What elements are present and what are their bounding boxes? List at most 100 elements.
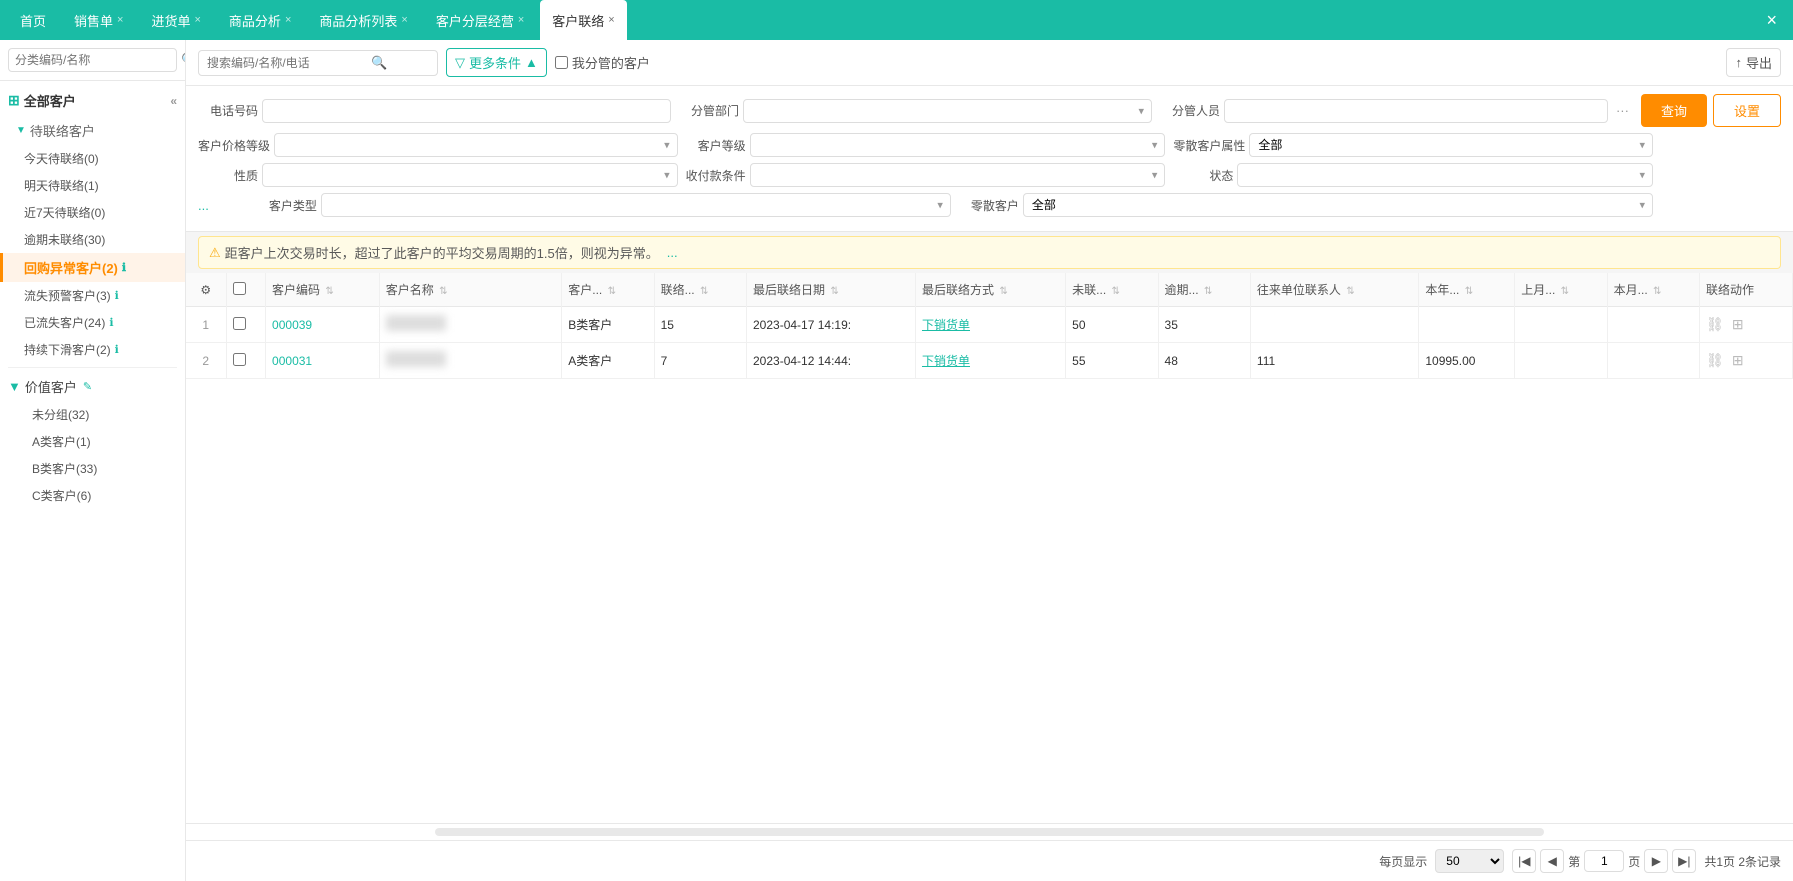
top-nav: 首页 销售单 × 进货单 × 商品分析 × 商品分析列表 × 客户分层经营 × … bbox=[0, 0, 1793, 40]
col-overdue[interactable]: 逾期... ⇅ bbox=[1158, 273, 1250, 307]
prev-page-btn[interactable]: ◀ bbox=[1540, 849, 1564, 873]
sidebar-item-overdue[interactable]: 逾期未联络(30) bbox=[0, 226, 185, 253]
more-dots-btn[interactable]: ... bbox=[198, 198, 209, 213]
first-page-btn[interactable]: |◀ bbox=[1512, 849, 1536, 873]
sidebar-item-7days[interactable]: 近7天待联络(0) bbox=[0, 199, 185, 226]
status-select[interactable] bbox=[1237, 163, 1653, 187]
sidebar-search-input[interactable] bbox=[8, 48, 177, 72]
nav-item-product-list[interactable]: 商品分析列表 × bbox=[307, 0, 419, 40]
close-product-analysis-icon[interactable]: × bbox=[285, 14, 291, 26]
nav-item-sales[interactable]: 销售单 × bbox=[62, 0, 135, 40]
col-last-date[interactable]: 最后联络日期 ⇅ bbox=[747, 273, 916, 307]
close-purchase-icon[interactable]: × bbox=[194, 14, 200, 26]
row-code[interactable]: 000031 bbox=[266, 343, 380, 379]
more-conditions-btn[interactable]: ▽ 更多条件 ▲ bbox=[446, 48, 547, 77]
filter-field-price-level: 客户价格等级 bbox=[198, 133, 678, 157]
nav-item-purchase[interactable]: 进货单 × bbox=[139, 0, 212, 40]
row-last-month bbox=[1515, 343, 1607, 379]
col-code[interactable]: 客户编码 ⇅ bbox=[266, 273, 380, 307]
sidebar-group-value[interactable]: ▼ 价值客户 ✎ bbox=[0, 372, 185, 401]
sidebar-item-repurchase-abnormal[interactable]: 回购异常客户(2) ℹ bbox=[0, 253, 185, 282]
customer-type-select[interactable] bbox=[321, 193, 951, 217]
col-this-month[interactable]: 本月... ⇅ bbox=[1607, 273, 1699, 307]
row-this-year: 10995.00 bbox=[1419, 343, 1515, 379]
tooltip-dots[interactable]: ... bbox=[667, 245, 678, 260]
settings-btn[interactable]: 设置 bbox=[1713, 94, 1781, 127]
retail-attr-select[interactable]: 全部 bbox=[1249, 133, 1653, 157]
next-page-btn[interactable]: ▶ bbox=[1644, 849, 1668, 873]
price-level-select[interactable] bbox=[274, 133, 678, 157]
close-customer-contact-icon[interactable]: × bbox=[608, 14, 614, 26]
row-action: ⛓ ⊞ bbox=[1700, 343, 1793, 379]
filter-field-phone: 电话号码 bbox=[198, 99, 671, 123]
row-code[interactable]: 000039 bbox=[266, 307, 380, 343]
close-sales-icon[interactable]: × bbox=[117, 14, 123, 26]
customer-level-select[interactable] bbox=[750, 133, 1166, 157]
sidebar-item-ungroup[interactable]: 未分组(32) bbox=[0, 401, 185, 428]
nav-item-product-analysis[interactable]: 商品分析 × bbox=[217, 0, 303, 40]
sidebar-item-tomorrow[interactable]: 明天待联络(1) bbox=[0, 172, 185, 199]
nav-item-home[interactable]: 首页 bbox=[8, 0, 58, 40]
per-page-select[interactable]: 50 20 100 bbox=[1435, 849, 1504, 873]
phone-input[interactable] bbox=[262, 99, 671, 123]
col-last-method[interactable]: 最后联络方式 ⇅ bbox=[915, 273, 1065, 307]
sidebar-item-loss-warning[interactable]: 流失预警客户(3) ℹ bbox=[0, 282, 185, 309]
select-all-checkbox[interactable] bbox=[233, 282, 246, 295]
row-last-method[interactable]: 下销货单 bbox=[915, 307, 1065, 343]
gender-select[interactable] bbox=[262, 163, 678, 187]
sidebar-item-today[interactable]: 今天待联络(0) bbox=[0, 145, 185, 172]
link-action-icon[interactable]: ⛓ bbox=[1706, 352, 1724, 369]
table-header-row: ⚙ 客户编码 ⇅ 客户名称 ⇅ 客户... ⇅ 联络... ⇅ 最后联络日期 ⇅… bbox=[186, 273, 1793, 307]
payment-select[interactable] bbox=[750, 163, 1166, 187]
filter-bar: 🔍 ▽ 更多条件 ▲ 我分管的客户 ↑ 导出 bbox=[186, 40, 1793, 86]
sidebar-group-pending[interactable]: ▼ 待联络客户 bbox=[0, 116, 185, 145]
sidebar-all-customers[interactable]: ⊞ 全部客户 « bbox=[0, 85, 185, 116]
last-page-btn[interactable]: ▶| bbox=[1672, 849, 1696, 873]
query-btn[interactable]: 查询 bbox=[1641, 94, 1707, 127]
close-customer-segment-icon[interactable]: × bbox=[518, 14, 524, 26]
row-last-method[interactable]: 下销货单 bbox=[915, 343, 1065, 379]
edit-icon[interactable]: ✎ bbox=[83, 380, 92, 393]
sidebar-item-declining[interactable]: 持续下滑客户(2) ℹ bbox=[0, 336, 185, 363]
col-uncontacted[interactable]: 未联... ⇅ bbox=[1066, 273, 1158, 307]
sidebar-item-a-class[interactable]: A类客户(1) bbox=[0, 428, 185, 455]
col-checkbox[interactable] bbox=[226, 273, 266, 307]
row-this-month bbox=[1607, 343, 1699, 379]
grid-action-icon[interactable]: ⊞ bbox=[1732, 316, 1744, 333]
link-action-icon[interactable]: ⛓ bbox=[1706, 316, 1724, 333]
my-customers-check[interactable] bbox=[555, 56, 568, 69]
nav-item-customer-segment[interactable]: 客户分层经营 × bbox=[424, 0, 536, 40]
row-checkbox[interactable] bbox=[226, 343, 266, 379]
sidebar-collapse-icon[interactable]: « bbox=[170, 94, 177, 108]
row-contact-person: 111 bbox=[1250, 343, 1418, 379]
sidebar-item-b-class[interactable]: B类客户(33) bbox=[0, 455, 185, 482]
col-this-year[interactable]: 本年... ⇅ bbox=[1419, 273, 1515, 307]
page-number-input[interactable] bbox=[1584, 850, 1624, 872]
close-all-icon[interactable]: × bbox=[1758, 10, 1785, 31]
close-product-list-icon[interactable]: × bbox=[401, 14, 407, 26]
col-name[interactable]: 客户名称 ⇅ bbox=[379, 273, 562, 307]
my-customers-checkbox[interactable]: 我分管的客户 bbox=[555, 53, 650, 72]
col-type[interactable]: 客户... ⇅ bbox=[562, 273, 654, 307]
manager-input[interactable] bbox=[1224, 99, 1608, 123]
export-btn[interactable]: ↑ 导出 bbox=[1726, 48, 1781, 77]
col-last-month[interactable]: 上月... ⇅ bbox=[1515, 273, 1607, 307]
manager-more-icon[interactable]: ··· bbox=[1612, 103, 1633, 118]
sidebar-item-lost[interactable]: 已流失客户(24) ℹ bbox=[0, 309, 185, 336]
table-settings-icon[interactable]: ⚙ bbox=[186, 273, 226, 307]
horizontal-scrollbar[interactable] bbox=[435, 828, 1543, 836]
row-overdue: 35 bbox=[1158, 307, 1250, 343]
filter-icon: ▽ bbox=[455, 55, 465, 71]
nav-item-customer-contact[interactable]: 客户联络 × bbox=[540, 0, 626, 40]
row-checkbox[interactable] bbox=[226, 307, 266, 343]
filter-search-input[interactable] bbox=[207, 56, 367, 70]
export-icon: ↑ bbox=[1735, 55, 1742, 70]
col-contact-person[interactable]: 往来单位联系人 ⇅ bbox=[1250, 273, 1418, 307]
sidebar-item-c-class[interactable]: C类客户(6) bbox=[0, 482, 185, 509]
sidebar-divider bbox=[8, 367, 177, 368]
filter-search-icon[interactable]: 🔍 bbox=[371, 55, 387, 71]
retail-select[interactable]: 全部 bbox=[1023, 193, 1653, 217]
grid-action-icon[interactable]: ⊞ bbox=[1732, 352, 1744, 369]
dept-select[interactable] bbox=[743, 99, 1152, 123]
col-contact-count[interactable]: 联络... ⇅ bbox=[654, 273, 746, 307]
